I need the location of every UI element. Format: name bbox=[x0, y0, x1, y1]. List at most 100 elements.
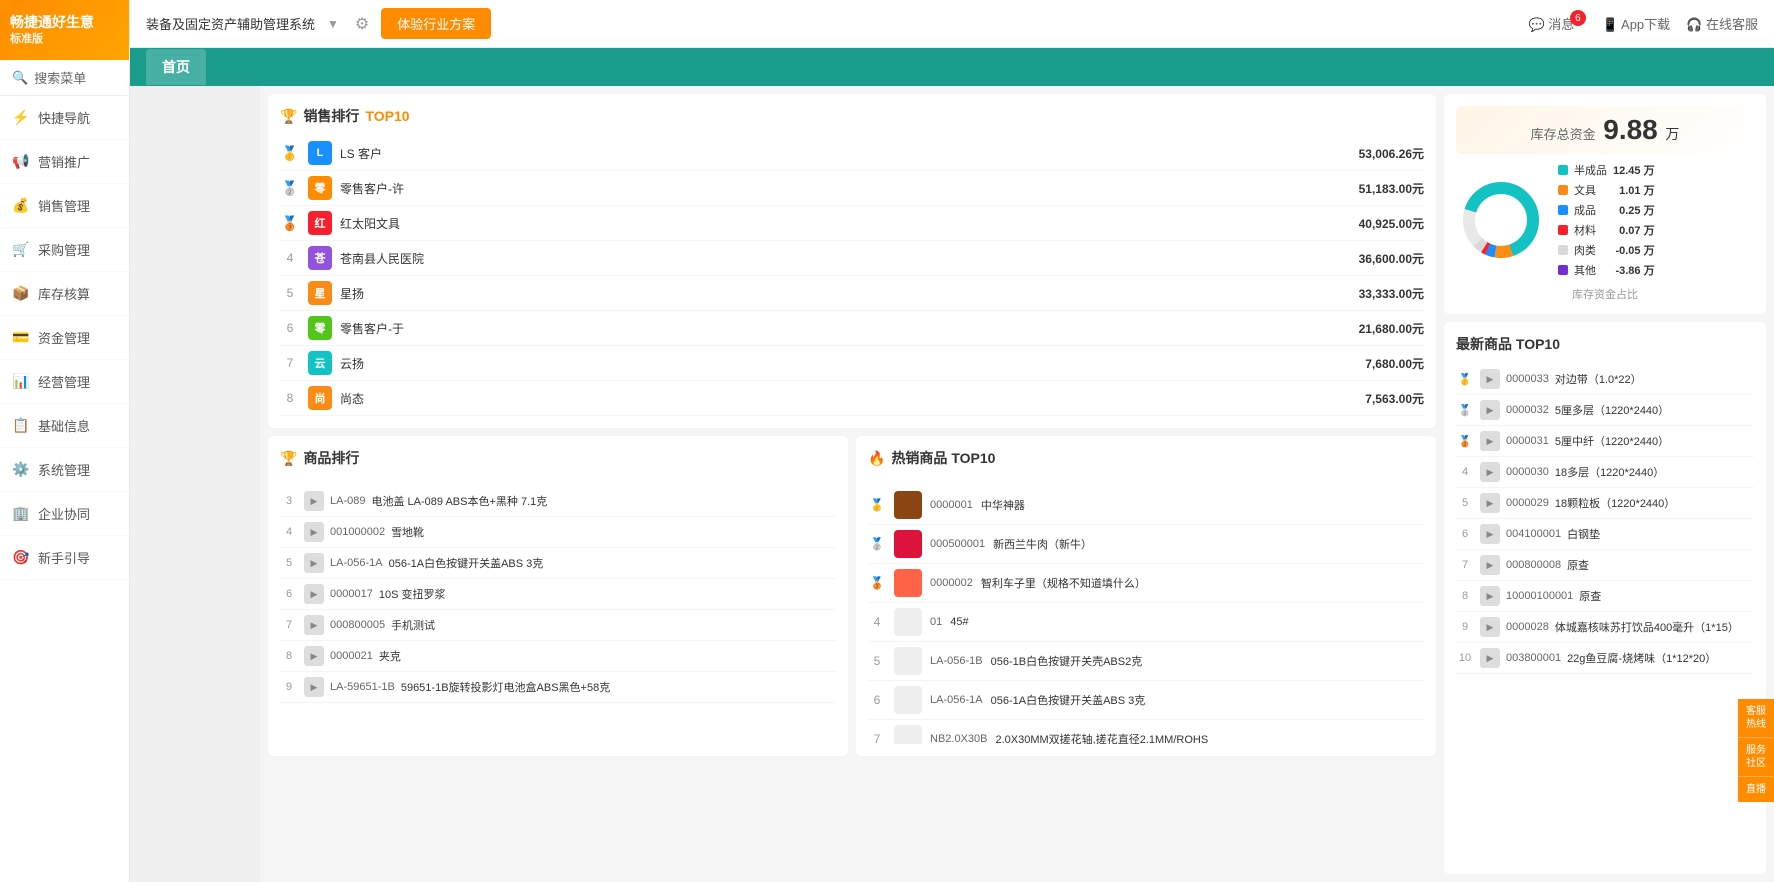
legend-value: 0.07 万 bbox=[1619, 222, 1654, 238]
hot-product-image bbox=[894, 647, 922, 675]
purchase-icon: 🛒 bbox=[12, 241, 30, 259]
rank-number: 6 bbox=[280, 321, 300, 335]
operations-icon: 📊 bbox=[12, 373, 30, 391]
newest-product-icon: ▶ bbox=[1480, 555, 1500, 575]
newest-product-name: 原查 bbox=[1579, 588, 1754, 604]
legend-item: 肉类-0.05 万 bbox=[1558, 242, 1655, 258]
sidebar-item-purchase[interactable]: 🛒 采购管理 bbox=[0, 228, 129, 272]
rank-avatar: 苍 bbox=[308, 246, 332, 270]
rank-name: LS 客户 bbox=[340, 145, 1351, 162]
marketing-label: 营销推广 bbox=[38, 152, 90, 171]
legend-item: 半成品12.45 万 bbox=[1558, 162, 1655, 178]
newest-rank-number: 7 bbox=[1456, 559, 1474, 571]
product-icon: ▶ bbox=[304, 522, 324, 542]
newest-rank-number: 🥇 bbox=[1456, 373, 1474, 386]
product-rank-number: 8 bbox=[280, 650, 298, 662]
float-btn-community[interactable]: 服务 社区 bbox=[1738, 738, 1774, 777]
float-btn-service[interactable]: 客服 热线 bbox=[1738, 699, 1774, 738]
legend-dot bbox=[1558, 205, 1568, 215]
sidebar-item-basic-info[interactable]: 📋 基础信息 bbox=[0, 404, 129, 448]
newest-products-list: 🥇▶0000033对边带（1.0*22）🥈▶00000325厘多层（1220*2… bbox=[1456, 364, 1754, 674]
sidebar-item-guide[interactable]: 🎯 新手引导 bbox=[0, 536, 129, 580]
legend-value: 1.01 万 bbox=[1619, 182, 1654, 198]
hot-rank-number: 🥈 bbox=[868, 537, 886, 551]
quick-nav-icon: ⚡ bbox=[12, 109, 30, 127]
notification-badge: 6 bbox=[1570, 10, 1586, 26]
product-rank-row: 9▶LA-59651-1B59651-1B旋转投影灯电池盒ABS黑色+58克 bbox=[280, 672, 836, 703]
legend-value: 0.25 万 bbox=[1619, 202, 1654, 218]
sidebar-item-marketing[interactable]: 📢 营销推广 bbox=[0, 140, 129, 184]
logo-subtitle: 标准版 bbox=[10, 32, 94, 47]
product-code: LA-056-1A bbox=[330, 557, 383, 569]
newest-product-row: 10▶00380000122g鱼豆腐-烧烤味（1*12*20） bbox=[1456, 643, 1754, 674]
product-icon: ▶ bbox=[304, 677, 324, 697]
guide-label: 新手引导 bbox=[38, 548, 90, 567]
newest-product-row: 9▶0000028体城嘉核味苏打饮品400毫升（1*15） bbox=[1456, 612, 1754, 643]
hot-product-image bbox=[894, 608, 922, 636]
sidebar-item-operations[interactable]: 📊 经营管理 bbox=[0, 360, 129, 404]
product-rank-row: 8▶0000021夹克 bbox=[280, 641, 836, 672]
notifications[interactable]: 💬 消息 6 bbox=[1528, 14, 1585, 33]
hot-rank-number: 4 bbox=[868, 615, 886, 629]
sidebar-item-finance[interactable]: 💳 资金管理 bbox=[0, 316, 129, 360]
app-download[interactable]: 📱 App下载 bbox=[1602, 14, 1670, 33]
hot-rank-number: 6 bbox=[868, 693, 886, 707]
legend-item: 成品 0.25 万 bbox=[1558, 202, 1655, 218]
inventory-legend: 半成品12.45 万文具1.01 万成品0.25 万材料0.07 万肉类-0.0… bbox=[1558, 162, 1655, 278]
system-dropdown-icon[interactable]: ▼ bbox=[327, 17, 339, 31]
product-rank-list: 3▶LA-089电池盖 LA-089 ABS本色+黑种 7.1克4▶001000… bbox=[280, 486, 836, 703]
hot-product-row: 40145# bbox=[868, 603, 1424, 642]
rank-name: 尚态 bbox=[340, 390, 1357, 407]
online-service[interactable]: 🎧 在线客服 bbox=[1686, 14, 1758, 33]
basic-info-icon: 📋 bbox=[12, 417, 30, 435]
newest-rank-number: 10 bbox=[1456, 652, 1474, 664]
rank-avatar: 红 bbox=[308, 211, 332, 235]
product-name: 电池盖 LA-089 ABS本色+黑种 7.1克 bbox=[371, 493, 836, 509]
rank-number: 🥇 bbox=[280, 145, 300, 162]
guide-icon: 🎯 bbox=[12, 549, 30, 567]
sales-rank-row: 🥇LLS 客户53,006.26元 bbox=[280, 136, 1424, 171]
sidebar-item-sales[interactable]: 💰 销售管理 bbox=[0, 184, 129, 228]
newest-product-row: 6▶004100001白钢垫 bbox=[1456, 519, 1754, 550]
sidebar-item-system[interactable]: ⚙️ 系统管理 bbox=[0, 448, 129, 492]
rank-number: 🥉 bbox=[280, 215, 300, 232]
legend-label: 半成品 bbox=[1574, 162, 1607, 178]
product-rank-number: 4 bbox=[280, 526, 298, 538]
tab-home[interactable]: 首页 bbox=[146, 49, 206, 85]
hot-product-name: 中华神器 bbox=[981, 497, 1424, 513]
hot-products-card: 🔥 热销商品 TOP10 🥇0000001中华神器🥈000500001新西兰牛肉… bbox=[856, 436, 1436, 756]
settings-icon[interactable]: ⚙ bbox=[355, 14, 369, 34]
newest-product-code: 0000031 bbox=[1506, 435, 1549, 447]
float-btn-live[interactable]: 直播 bbox=[1738, 777, 1774, 802]
search-menu-label: 搜索菜单 bbox=[34, 68, 86, 87]
hot-product-name: 智利车子里（规格不知道填什么） bbox=[981, 575, 1424, 591]
hot-product-code: 01 bbox=[930, 616, 942, 628]
newest-product-code: 0000029 bbox=[1506, 497, 1549, 509]
hot-products-list: 🥇0000001中华神器🥈000500001新西兰牛肉（新牛）🥉0000002智… bbox=[868, 486, 1424, 744]
trial-button[interactable]: 体验行业方案 bbox=[381, 8, 491, 39]
legend-dot bbox=[1558, 185, 1568, 195]
hot-product-code: 0000002 bbox=[930, 577, 973, 589]
newest-rank-number: 4 bbox=[1456, 466, 1474, 478]
newest-product-name: 原查 bbox=[1567, 557, 1754, 573]
hot-product-image bbox=[894, 686, 922, 714]
product-rank-number: 5 bbox=[280, 557, 298, 569]
sidebar-item-quick-nav[interactable]: ⚡ 快捷导航 bbox=[0, 96, 129, 140]
sales-rank-row: 8尚尚态7,563.00元 bbox=[280, 381, 1424, 416]
rank-avatar: L bbox=[308, 141, 332, 165]
newest-product-icon: ▶ bbox=[1480, 493, 1500, 513]
hot-product-code: LA-056-1B bbox=[930, 655, 983, 667]
sidebar-item-inventory[interactable]: 📦 库存核算 bbox=[0, 272, 129, 316]
legend-label: 成品 bbox=[1574, 202, 1613, 218]
hot-product-name: 新西兰牛肉（新牛） bbox=[993, 536, 1424, 552]
float-buttons: 客服 热线 服务 社区 直播 bbox=[1738, 699, 1774, 802]
legend-item: 材料0.07 万 bbox=[1558, 222, 1655, 238]
hot-rank-number: 🥇 bbox=[868, 498, 886, 512]
hot-product-image bbox=[894, 725, 922, 744]
hot-product-code: 000500001 bbox=[930, 538, 985, 550]
search-menu[interactable]: 🔍 搜索菜单 bbox=[0, 60, 129, 96]
hot-product-row: 7NB2.0X30B2.0X30MM双搓花轴,搓花直径2.1MM/ROHS bbox=[868, 720, 1424, 744]
sidebar-item-enterprise[interactable]: 🏢 企业协同 bbox=[0, 492, 129, 536]
hot-product-name: 056-1B白色按键开关壳ABS2克 bbox=[991, 653, 1424, 669]
hot-product-row: 5LA-056-1B056-1B白色按键开关壳ABS2克 bbox=[868, 642, 1424, 681]
